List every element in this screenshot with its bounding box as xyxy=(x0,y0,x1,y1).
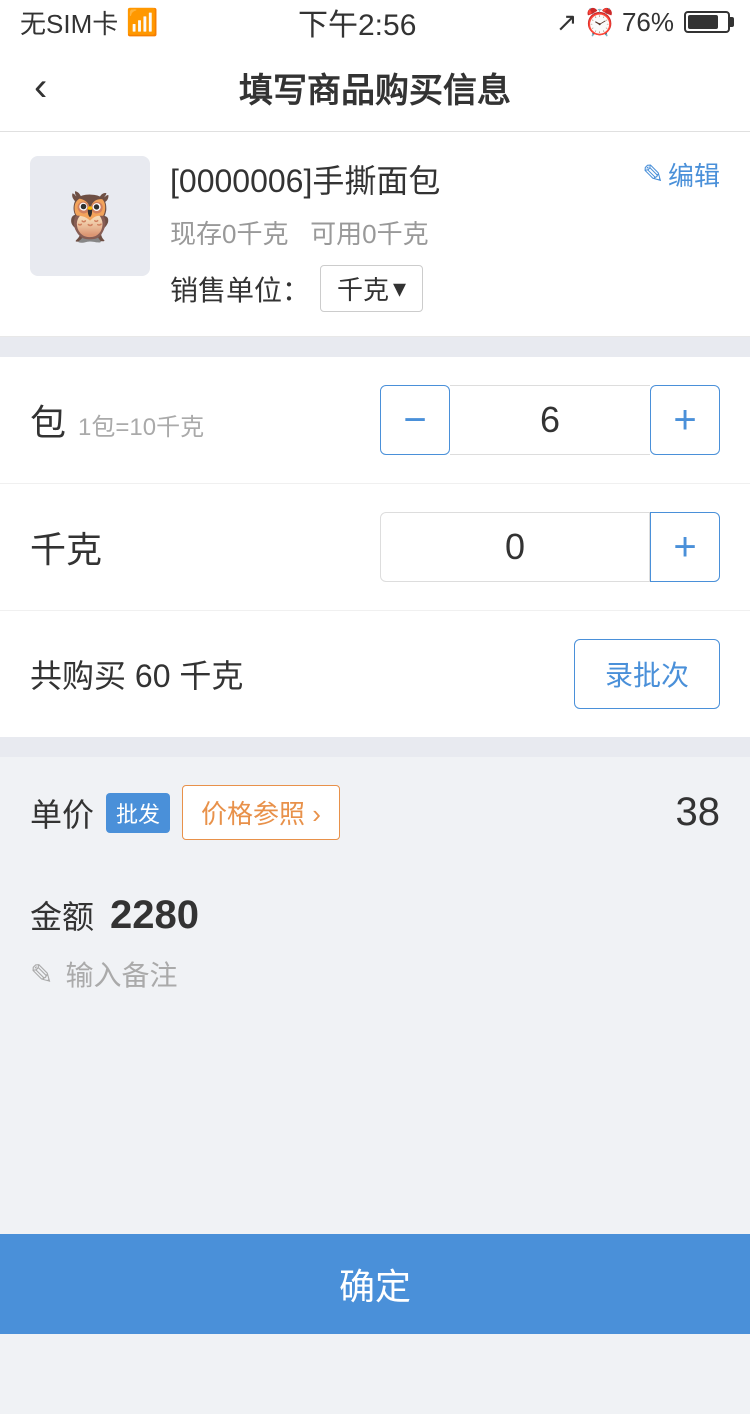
status-bar: 无SIM卡 📶 下午2:56 ↗ ⏰ 76% xyxy=(0,0,750,44)
product-logo-icon: 🦉 xyxy=(60,188,120,245)
price-label-group: 单价 批发 价格参照 › xyxy=(30,785,340,840)
status-left: 无SIM卡 📶 xyxy=(20,4,159,41)
pack-stepper: − + xyxy=(380,385,720,455)
battery-icon xyxy=(684,11,730,33)
amount-section: 金额 2280 ✎ 输入备注 xyxy=(0,868,750,1014)
status-time: 下午2:56 xyxy=(298,0,416,44)
amount-value: 2280 xyxy=(110,893,199,938)
kg-row: 千克 + xyxy=(0,484,750,611)
edit-label: 编辑 xyxy=(668,156,720,193)
stock-available: 可用0千克 xyxy=(310,219,428,249)
section-divider-2 xyxy=(0,737,750,757)
unit-label: 销售单位： xyxy=(170,269,310,309)
product-id: [0000006] xyxy=(170,163,312,199)
product-stock: 现存0千克 可用0千克 xyxy=(170,214,720,251)
price-badge: 批发 xyxy=(106,793,170,833)
kg-input[interactable] xyxy=(380,512,650,582)
product-card: 🦉 [0000006]手撕面包 ✎ 编辑 现存0千克 可用0千克 销售单位： 千… xyxy=(0,132,750,337)
pack-label-main: 包 xyxy=(30,394,66,446)
pack-minus-button[interactable]: − xyxy=(380,385,450,455)
confirm-button-label: 确定 xyxy=(339,1258,411,1310)
pack-label: 包 1包=10千克 xyxy=(30,394,204,446)
amount-row: 金额 2280 xyxy=(30,892,720,938)
stock-current: 现存0千克 xyxy=(170,219,288,249)
pencil-icon: ✎ xyxy=(30,958,53,991)
kg-stepper: + xyxy=(380,512,720,582)
pack-input[interactable] xyxy=(450,385,650,455)
remark-row[interactable]: ✎ 输入备注 xyxy=(30,954,720,994)
price-section: 单价 批发 价格参照 › 38 金额 2280 ✎ 输入备注 xyxy=(0,757,750,1314)
product-title: 手撕面包 xyxy=(312,163,440,199)
unit-select[interactable]: 千克 ▾ xyxy=(320,265,423,312)
section-divider-1 xyxy=(0,337,750,357)
price-label: 单价 xyxy=(30,790,94,836)
location-icon: ↗ xyxy=(556,7,578,38)
product-info: [0000006]手撕面包 ✎ 编辑 现存0千克 可用0千克 销售单位： 千克 … xyxy=(170,156,720,312)
pack-row: 包 1包=10千克 − + xyxy=(0,357,750,484)
product-unit-row: 销售单位： 千克 ▾ xyxy=(170,265,720,312)
kg-label-main: 千克 xyxy=(30,521,102,573)
price-value: 38 xyxy=(676,790,721,835)
edit-button[interactable]: ✎ 编辑 xyxy=(642,156,720,193)
total-row: 共购买 60 千克 录批次 xyxy=(0,611,750,737)
pack-label-sub: 1包=10千克 xyxy=(78,407,204,442)
record-batch-button[interactable]: 录批次 xyxy=(574,639,720,709)
battery-percent: 76% xyxy=(622,7,674,38)
amount-label: 金额 xyxy=(30,892,94,938)
product-name: [0000006]手撕面包 xyxy=(170,156,440,202)
edit-icon: ✎ xyxy=(642,159,664,190)
kg-label: 千克 xyxy=(30,521,102,573)
page-title: 填写商品购买信息 xyxy=(239,63,511,112)
nav-bar: ‹ 填写商品购买信息 xyxy=(0,44,750,132)
input-section: 包 1包=10千克 − + 千克 + 共购买 60 千克 录批次 xyxy=(0,357,750,737)
no-sim-text: 无SIM卡 xyxy=(20,4,118,41)
back-button[interactable]: ‹ xyxy=(24,55,57,120)
price-row: 单价 批发 价格参照 › 38 xyxy=(0,757,750,868)
confirm-bar[interactable]: 确定 xyxy=(0,1234,750,1334)
kg-plus-button[interactable]: + xyxy=(650,512,720,582)
status-right: ↗ ⏰ 76% xyxy=(556,7,730,38)
total-text: 共购买 60 千克 xyxy=(30,651,243,697)
pack-plus-button[interactable]: + xyxy=(650,385,720,455)
chevron-down-icon: ▾ xyxy=(393,273,406,304)
remark-placeholder: 输入备注 xyxy=(65,954,177,994)
price-reference-button[interactable]: 价格参照 › xyxy=(182,785,340,840)
product-thumbnail: 🦉 xyxy=(30,156,150,276)
alarm-icon: ⏰ xyxy=(584,7,616,38)
wifi-icon: 📶 xyxy=(126,7,158,38)
unit-value: 千克 xyxy=(337,270,389,307)
